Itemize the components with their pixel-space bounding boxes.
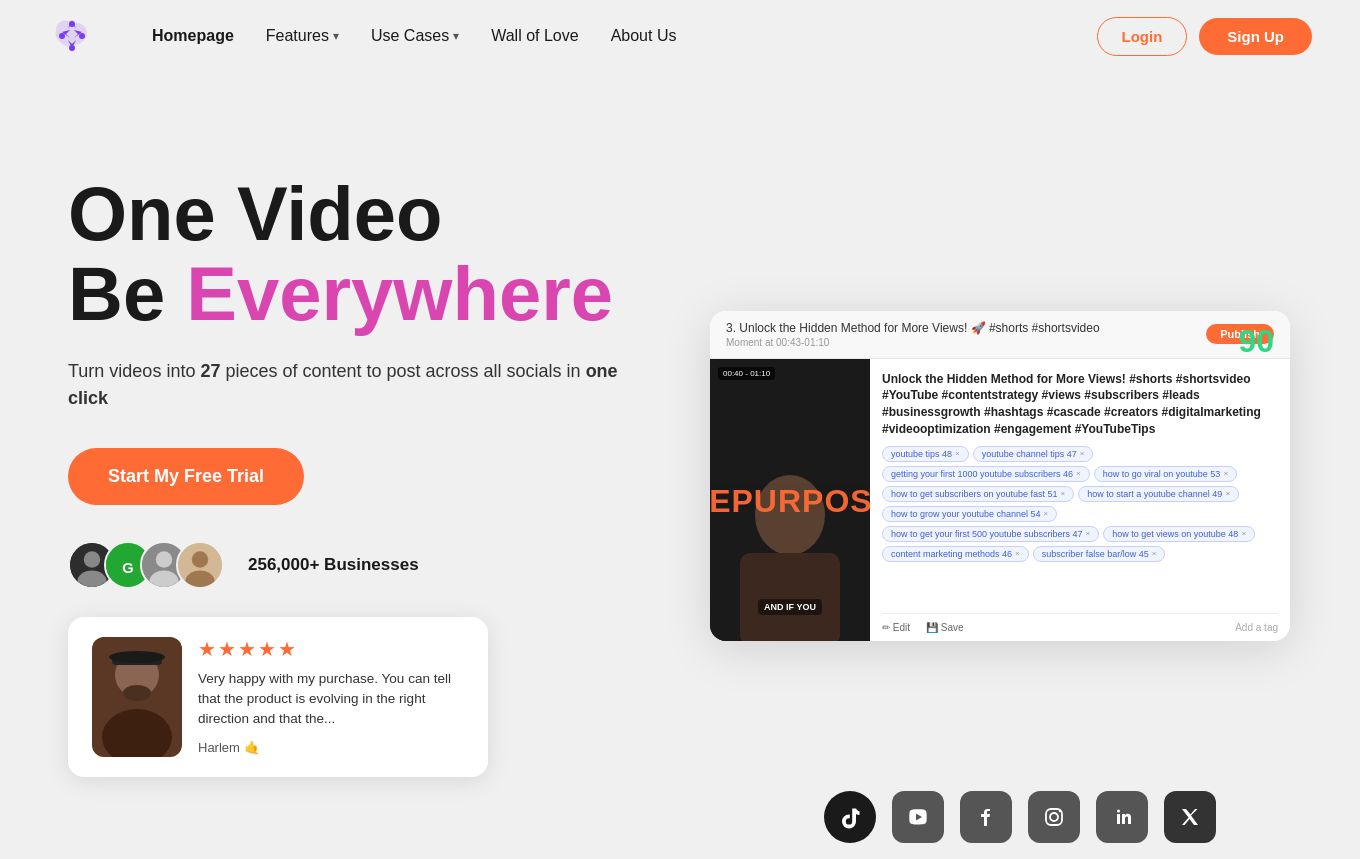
tag-10[interactable]: content marketing methods 46× [882,546,1029,562]
social-count: 256,000+ Businesses [248,555,419,575]
screenshot-header: 3. Unlock the Hidden Method for More Vie… [710,311,1290,359]
svg-point-3 [69,45,75,51]
hero-title-everywhere: Everywhere [186,251,613,336]
star-rating: ★ ★ ★ ★ ★ [198,637,464,661]
star-5: ★ [278,637,296,661]
youtube-icon[interactable] [892,791,944,843]
review-card: ★ ★ ★ ★ ★ Very happy with my purchase. Y… [68,617,488,777]
svg-point-1 [59,33,65,39]
tag-4[interactable]: how to go viral on youtube 53× [1094,466,1237,482]
add-tag-label[interactable]: Add a tag [1235,622,1278,633]
svg-text:G: G [122,560,133,576]
instagram-icon[interactable] [1028,791,1080,843]
hero-title-line2: Be Everywhere [68,254,648,334]
video-panel: REPURPOSE AND IF YOU 00:40 - 01:10 [710,359,870,641]
screenshot-subtitle: Moment at 00:43-01:10 [726,337,1100,348]
facebook-icon[interactable] [960,791,1012,843]
nav-homepage[interactable]: Homepage [152,27,234,45]
svg-point-20 [123,685,151,701]
video-timer: 00:40 - 01:10 [718,367,775,380]
svg-rect-26 [1040,803,1068,831]
nav-use-cases[interactable]: Use Cases ▾ [371,27,459,45]
repurpose-label: REPURPOSE [710,483,870,520]
star-4: ★ [258,637,276,661]
logo[interactable] [48,12,96,60]
navbar: Homepage Features ▾ Use Cases ▾ Wall of … [0,0,1360,72]
tag-9[interactable]: how to get views on youtube 48× [1103,526,1255,542]
hero-title-be: Be [68,251,186,336]
hero-right: 3. Unlock the Hidden Method for More Vie… [708,311,1292,641]
tags-container: youtube tips 48× youtube channel tips 47… [882,446,1278,562]
hero-subtitle: Turn videos into 27 pieces of content to… [68,358,648,412]
nav-wall-of-love[interactable]: Wall of Love [491,27,578,45]
svg-rect-24 [904,803,932,831]
avatar-stack: G [68,541,224,589]
linkedin-icon[interactable] [1096,791,1148,843]
review-content: ★ ★ ★ ★ ★ Very happy with my purchase. Y… [198,637,464,757]
svg-point-29 [1059,810,1061,812]
star-1: ★ [198,637,216,661]
social-icons-row [680,791,1360,843]
avatar-4 [176,541,224,589]
screenshot-header-content: 3. Unlock the Hidden Method for More Vie… [726,321,1100,348]
svg-point-13 [192,551,209,568]
tag-8[interactable]: how to get your first 500 youtube subscr… [882,526,1099,542]
review-avatar [92,637,182,757]
star-3: ★ [238,637,256,661]
review-text: Very happy with my purchase. You can tel… [198,669,464,730]
nav-features[interactable]: Features ▾ [266,27,339,45]
video-bottom-label: AND IF YOU [758,599,822,615]
star-2: ★ [218,637,236,661]
x-twitter-icon[interactable] [1164,791,1216,843]
tiktok-icon[interactable] [824,791,876,843]
screenshot-body: REPURPOSE AND IF YOU 00:40 - 01:10 90 [710,359,1290,641]
hero-left: One Video Be Everywhere Turn videos into… [68,174,648,777]
tag-2[interactable]: youtube channel tips 47× [973,446,1094,462]
svg-point-0 [69,21,75,27]
tag-6[interactable]: how to start a youtube channel 49× [1078,486,1239,502]
tag-11[interactable]: subscriber false bar/low 45× [1033,546,1166,562]
svg-point-2 [79,33,85,39]
tag-1[interactable]: youtube tips 48× [882,446,969,462]
social-proof: G 256,000 [68,541,648,589]
save-button[interactable]: 💾 Save [926,622,964,633]
login-button[interactable]: Login [1097,17,1188,56]
nav-actions: Login Sign Up [1097,17,1313,56]
tag-3[interactable]: getting your first 1000 youtube subscrib… [882,466,1090,482]
features-chevron-icon: ▾ [333,29,339,43]
svg-point-19 [109,651,165,663]
edit-button[interactable]: ✏ Edit [882,622,910,633]
content-body-text: Unlock the Hidden Method for More Views!… [882,371,1278,438]
tag-5[interactable]: how to get subscribers on youtube fast 5… [882,486,1074,502]
tag-7[interactable]: how to grow your youtube channel 54× [882,506,1057,522]
screenshot-title: 3. Unlock the Hidden Method for More Vie… [726,321,1100,335]
content-number: 90 [1238,323,1274,360]
content-panel: 90 Unlock the Hidden Method for More Vie… [870,359,1290,641]
screenshot-footer: ✏ Edit 💾 Save Add a tag [882,613,1278,633]
hero-title-line1: One Video [68,174,648,254]
nav-links: Homepage Features ▾ Use Cases ▾ Wall of … [152,27,1057,45]
review-author: Harlem 🤙 [198,740,260,755]
nav-about-us[interactable]: About Us [611,27,677,45]
svg-point-5 [84,551,101,568]
app-screenshot: 3. Unlock the Hidden Method for More Vie… [710,311,1290,641]
svg-point-10 [156,551,173,568]
use-cases-chevron-icon: ▾ [453,29,459,43]
start-trial-button[interactable]: Start My Free Trial [68,448,304,505]
signup-button[interactable]: Sign Up [1199,18,1312,55]
hero-section: One Video Be Everywhere Turn videos into… [0,72,1360,859]
